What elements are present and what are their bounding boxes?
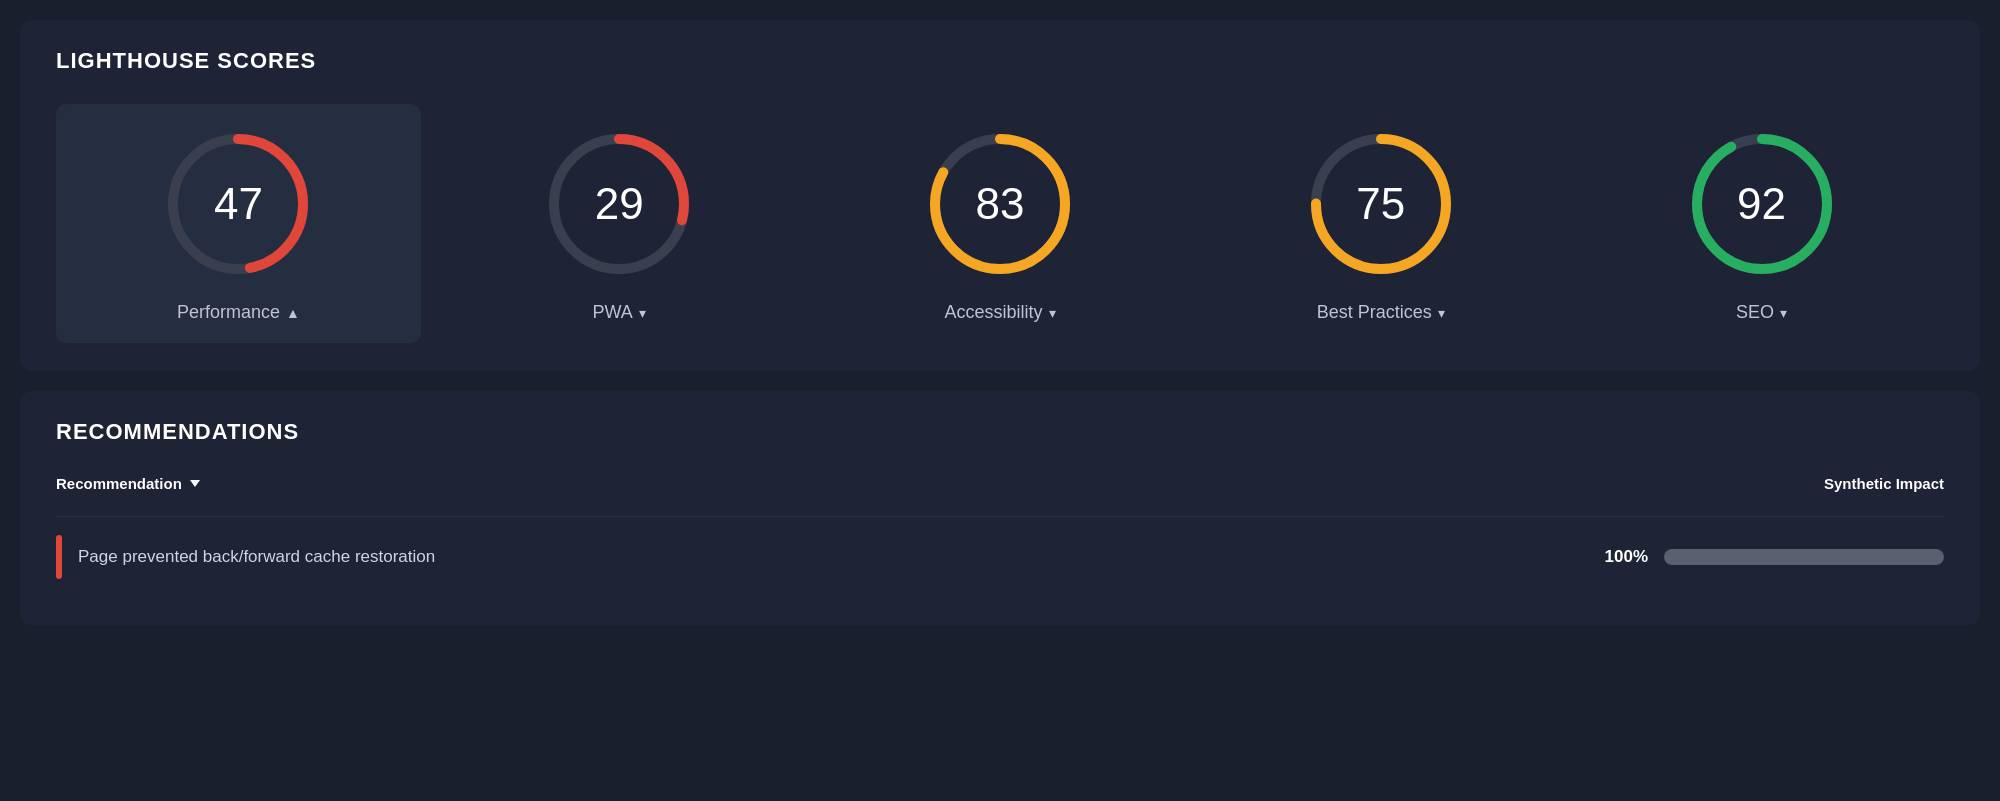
chevron-seo: ▾ <box>1780 305 1787 321</box>
recommendation-row: Page prevented back/forward cache restor… <box>56 516 1944 597</box>
score-card-pwa[interactable]: 29 PWA ▾ <box>437 104 802 343</box>
score-label-performance: Performance ▲ <box>177 302 300 323</box>
rec-indicator <box>56 535 62 579</box>
scores-container: 47 Performance ▲ 29 PWA ▾ 83 Accessibili… <box>56 104 1944 343</box>
recommendations-list: Page prevented back/forward cache restor… <box>56 516 1944 597</box>
score-value-accessibility: 83 <box>976 179 1025 229</box>
recommendations-section: RECOMMENDATIONS Recommendation Synthetic… <box>20 391 1980 625</box>
rec-percent: 100% <box>1588 547 1648 567</box>
circle-best-practices: 75 <box>1301 124 1461 284</box>
lighthouse-scores-section: LIGHTHOUSE SCORES 47 Performance ▲ 29 PW… <box>20 20 1980 371</box>
chevron-pwa: ▾ <box>639 305 646 321</box>
score-value-performance: 47 <box>214 179 263 229</box>
impact-col-header: Synthetic Impact <box>1824 475 1944 492</box>
rec-bar-container <box>1664 549 1944 565</box>
chevron-performance: ▲ <box>286 305 300 321</box>
chevron-best-practices: ▾ <box>1438 305 1445 321</box>
score-label-best-practices: Best Practices ▾ <box>1317 302 1445 323</box>
recommendation-col-header: Recommendation <box>56 475 200 492</box>
circle-seo: 92 <box>1682 124 1842 284</box>
sort-arrow-icon[interactable] <box>190 480 200 487</box>
score-card-accessibility[interactable]: 83 Accessibility ▾ <box>818 104 1183 343</box>
score-value-seo: 92 <box>1737 179 1786 229</box>
chevron-accessibility: ▾ <box>1049 305 1056 321</box>
score-label-pwa: PWA ▾ <box>593 302 646 323</box>
recommendations-title: RECOMMENDATIONS <box>56 419 1944 445</box>
circle-pwa: 29 <box>539 124 699 284</box>
circle-performance: 47 <box>158 124 318 284</box>
rec-bar-fill <box>1664 549 1944 565</box>
score-label-seo: SEO ▾ <box>1736 302 1787 323</box>
score-card-performance[interactable]: 47 Performance ▲ <box>56 104 421 343</box>
score-card-seo[interactable]: 92 SEO ▾ <box>1579 104 1944 343</box>
score-card-best-practices[interactable]: 75 Best Practices ▾ <box>1198 104 1563 343</box>
score-value-pwa: 29 <box>595 179 644 229</box>
lighthouse-title: LIGHTHOUSE SCORES <box>56 48 1944 74</box>
circle-accessibility: 83 <box>920 124 1080 284</box>
score-label-accessibility: Accessibility ▾ <box>944 302 1055 323</box>
rec-text: Page prevented back/forward cache restor… <box>78 547 1588 567</box>
score-value-best-practices: 75 <box>1356 179 1405 229</box>
recommendations-header: Recommendation Synthetic Impact <box>56 475 1944 500</box>
